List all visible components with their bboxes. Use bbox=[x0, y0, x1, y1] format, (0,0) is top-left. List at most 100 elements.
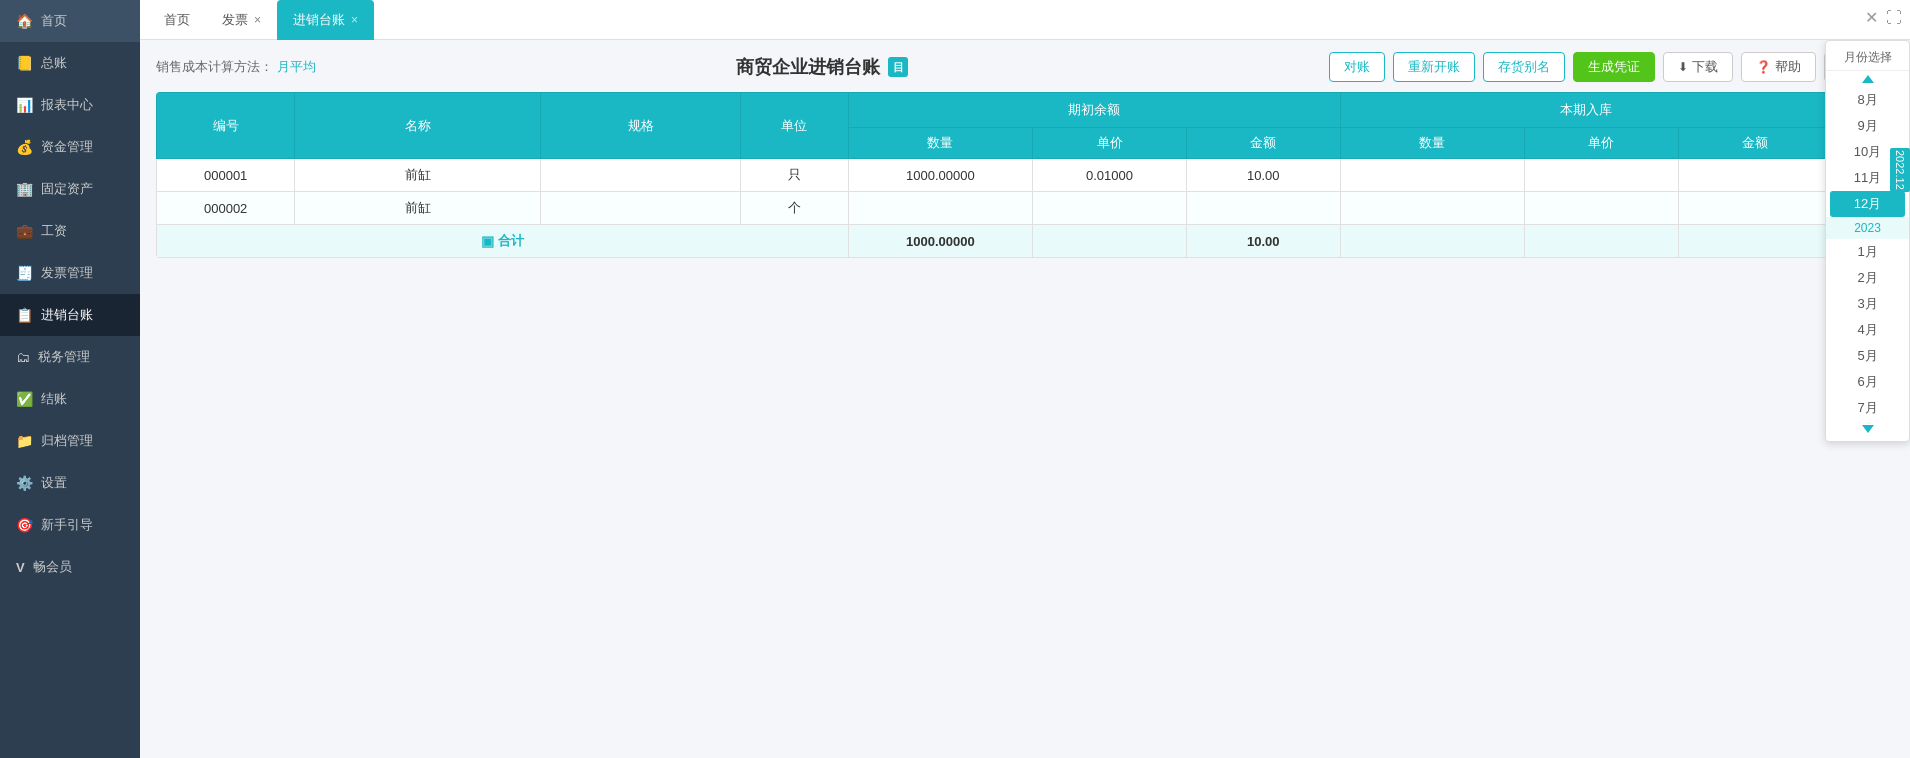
generate-voucher-button[interactable]: 生成凭证 bbox=[1573, 52, 1655, 82]
total-label-cell: ▣ 合计 bbox=[157, 225, 849, 258]
month-item-2023-6[interactable]: 6月 bbox=[1826, 369, 1909, 395]
sidebar-item-tax-management[interactable]: 🗂 税务管理 bbox=[0, 336, 140, 378]
sidebar-item-report-center[interactable]: 📊 报表中心 bbox=[0, 84, 140, 126]
home-icon: 🏠 bbox=[16, 13, 33, 29]
cell-benqi-shuliang bbox=[1340, 159, 1524, 192]
col-header-qichu-jine: 金额 bbox=[1186, 128, 1340, 159]
cell-benqi-jine bbox=[1678, 192, 1832, 225]
page-header: 销售成本计算方法： 月平均 商贸企业进销台账 目 对账 重新开账 存货别名 bbox=[156, 52, 1894, 82]
tab-ledger-close[interactable]: × bbox=[351, 13, 358, 27]
cell-guige bbox=[541, 159, 741, 192]
ledger-table: 编号 名称 规格 单位 期初余额 本期入库 数 数量 单价 金额 数量 单价 bbox=[156, 92, 1894, 258]
month-item-2023-3[interactable]: 3月 bbox=[1826, 291, 1909, 317]
month-panel: 月份选择 8月 9月 10月 11月 12月 2023 1月 2月 3月 4月 … bbox=[1825, 40, 1910, 442]
tab-invoice[interactable]: 发票 × bbox=[206, 0, 277, 40]
briefcase-icon: 💼 bbox=[16, 223, 33, 239]
cell-benqi-shuliang bbox=[1340, 192, 1524, 225]
sidebar-item-fund-management[interactable]: 💰 资金管理 bbox=[0, 126, 140, 168]
total-qichu-danjia bbox=[1033, 225, 1187, 258]
page-actions: 对账 重新开账 存货别名 生成凭证 ⬇ 下载 ❓ 帮助 bbox=[1329, 52, 1894, 82]
total-benqi-shuliang bbox=[1340, 225, 1524, 258]
tab-bar: 首页 发票 × 进销台账 × bbox=[140, 0, 1910, 40]
cell-qichu-jine: 10.00 bbox=[1186, 159, 1340, 192]
col-header-danwei: 单位 bbox=[741, 93, 849, 159]
table-row: 000002 前缸 个 bbox=[157, 192, 1894, 225]
cell-qichu-danjia bbox=[1033, 192, 1187, 225]
tax-icon: 🗂 bbox=[16, 349, 30, 365]
month-item-8[interactable]: 8月 bbox=[1826, 87, 1909, 113]
reopen-button[interactable]: 重新开账 bbox=[1393, 52, 1475, 82]
cell-benqi-danjia bbox=[1525, 192, 1679, 225]
table-row: 000001 前缸 只 1000.00000 0.01000 10.00 bbox=[157, 159, 1894, 192]
sidebar-item-salary[interactable]: 💼 工资 bbox=[0, 210, 140, 252]
main-area: ✕ ⛶ 首页 发票 × 进销台账 × 销售成本计算方法： 月平均 商贸企业进销台… bbox=[140, 0, 1910, 758]
month-scroll-up-button[interactable] bbox=[1826, 71, 1909, 87]
guide-icon: 🎯 bbox=[16, 517, 33, 533]
col-header-qichu: 期初余额 bbox=[848, 93, 1340, 128]
month-item-9[interactable]: 9月 bbox=[1826, 113, 1909, 139]
sidebar-item-purchase-sales-ledger[interactable]: 📋 进销台账 bbox=[0, 294, 140, 336]
col-header-benqi-shuliang: 数量 bbox=[1340, 128, 1524, 159]
cell-danwei: 个 bbox=[741, 192, 849, 225]
month-item-12[interactable]: 12月 bbox=[1830, 191, 1905, 217]
chart-icon: 📊 bbox=[16, 97, 33, 113]
col-header-guige: 规格 bbox=[541, 93, 741, 159]
sidebar-item-invoice-management[interactable]: 🧾 发票管理 bbox=[0, 252, 140, 294]
duizhang-button[interactable]: 对账 bbox=[1329, 52, 1385, 82]
month-item-2023-5[interactable]: 5月 bbox=[1826, 343, 1909, 369]
month-panel-header: 月份选择 bbox=[1826, 45, 1909, 71]
close-window-button[interactable]: ✕ bbox=[1865, 8, 1878, 27]
check-icon: ✅ bbox=[16, 391, 33, 407]
sidebar-item-archive-management[interactable]: 📁 归档管理 bbox=[0, 420, 140, 462]
cell-guige bbox=[541, 192, 741, 225]
money-icon: 💰 bbox=[16, 139, 33, 155]
cell-qichu-jine bbox=[1186, 192, 1340, 225]
col-header-qichu-shuliang: 数量 bbox=[848, 128, 1032, 159]
tab-home[interactable]: 首页 bbox=[148, 0, 206, 40]
cell-qichu-danjia: 0.01000 bbox=[1033, 159, 1187, 192]
sidebar-item-settings[interactable]: ⚙️ 设置 bbox=[0, 462, 140, 504]
tab-invoice-close[interactable]: × bbox=[254, 13, 261, 27]
window-controls: ✕ ⛶ bbox=[1865, 8, 1902, 27]
month-item-2023-4[interactable]: 4月 bbox=[1826, 317, 1909, 343]
cell-bianhao: 000002 bbox=[157, 192, 295, 225]
cell-qichu-shuliang bbox=[848, 192, 1032, 225]
cell-mingcheng: 前缸 bbox=[295, 192, 541, 225]
total-benqi-jine bbox=[1678, 225, 1832, 258]
month-item-2023-7[interactable]: 7月 bbox=[1826, 395, 1909, 421]
col-header-benqi-danjia: 单价 bbox=[1525, 128, 1679, 159]
year-badge-2022: 2022.12 bbox=[1890, 148, 1910, 192]
cell-mingcheng: 前缸 bbox=[295, 159, 541, 192]
cell-danwei: 只 bbox=[741, 159, 849, 192]
month-scroll-down-button[interactable] bbox=[1826, 421, 1909, 437]
sidebar-item-vip[interactable]: V 畅会员 bbox=[0, 546, 140, 588]
svg-marker-1 bbox=[1862, 425, 1874, 433]
sidebar-item-fixed-assets[interactable]: 🏢 固定资产 bbox=[0, 168, 140, 210]
sidebar-item-checkout[interactable]: ✅ 结账 bbox=[0, 378, 140, 420]
page-meta: 销售成本计算方法： 月平均 bbox=[156, 58, 316, 76]
download-icon: ⬇ bbox=[1678, 60, 1688, 74]
content-area: 销售成本计算方法： 月平均 商贸企业进销台账 目 对账 重新开账 存货别名 bbox=[140, 40, 1910, 758]
month-item-2023-2[interactable]: 2月 bbox=[1826, 265, 1909, 291]
folder-icon: 📁 bbox=[16, 433, 33, 449]
total-icon: ▣ bbox=[481, 233, 494, 249]
gear-icon: ⚙️ bbox=[16, 475, 33, 491]
col-header-benqi-jine: 金额 bbox=[1678, 128, 1832, 159]
page-title: 商贸企业进销台账 bbox=[736, 55, 880, 79]
help-icon: ❓ bbox=[1756, 60, 1771, 74]
maximize-window-button[interactable]: ⛶ bbox=[1886, 8, 1902, 27]
help-button[interactable]: ❓ 帮助 bbox=[1741, 52, 1816, 82]
year-2023-label: 2023 bbox=[1826, 217, 1909, 239]
download-button[interactable]: ⬇ 下载 bbox=[1663, 52, 1733, 82]
sidebar-item-general-ledger[interactable]: 📒 总账 bbox=[0, 42, 140, 84]
page-title-icon: 目 bbox=[888, 57, 908, 77]
sidebar-item-home[interactable]: 🏠 首页 bbox=[0, 0, 140, 42]
month-item-2023-1[interactable]: 1月 bbox=[1826, 239, 1909, 265]
sidebar: 🏠 首页 📒 总账 📊 报表中心 💰 资金管理 🏢 固定资产 💼 工资 🧾 发票… bbox=[0, 0, 140, 758]
save-alias-button[interactable]: 存货别名 bbox=[1483, 52, 1565, 82]
svg-marker-0 bbox=[1862, 75, 1874, 83]
tab-ledger[interactable]: 进销台账 × bbox=[277, 0, 374, 40]
total-row: ▣ 合计 1000.00000 10.00 bbox=[157, 225, 1894, 258]
sidebar-item-guide[interactable]: 🎯 新手引导 bbox=[0, 504, 140, 546]
cell-qichu-shuliang: 1000.00000 bbox=[848, 159, 1032, 192]
